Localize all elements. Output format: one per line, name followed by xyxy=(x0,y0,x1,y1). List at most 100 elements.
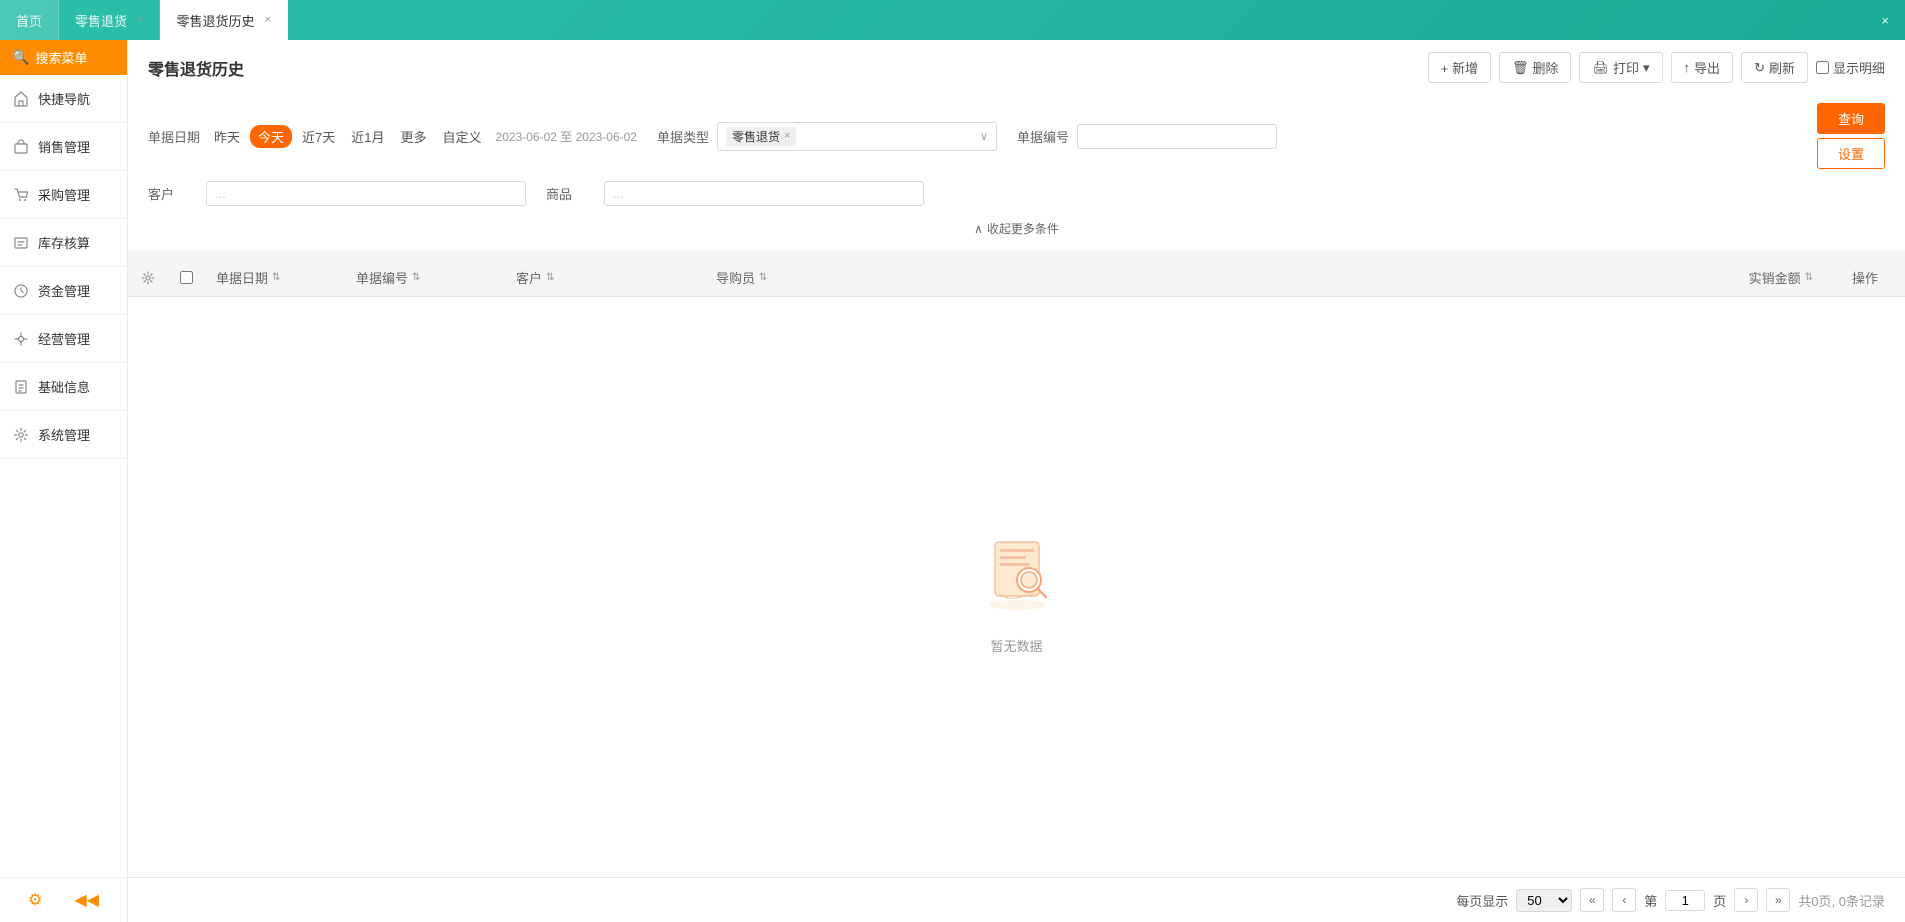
query-button[interactable]: 查询 xyxy=(1817,103,1885,134)
no-filter-input[interactable] xyxy=(1077,124,1277,149)
sidebar-item-finance[interactable]: 资金管理 xyxy=(0,267,127,315)
purchase-icon xyxy=(12,186,30,204)
sidebar-item-operation[interactable]: 经营管理 xyxy=(0,315,127,363)
tab-home[interactable]: 首页 xyxy=(0,0,59,40)
type-filter-item: 单据类型 零售退货 × ∨ xyxy=(657,122,997,151)
sidebar-item-sales[interactable]: 销售管理 xyxy=(0,123,127,171)
system-icon xyxy=(12,426,30,444)
no-filter-item: 单据编号 xyxy=(1017,124,1277,149)
date-opt-more[interactable]: 更多 xyxy=(395,125,433,148)
refresh-button[interactable]: ↻ 刷新 xyxy=(1741,52,1808,83)
new-button[interactable]: + 新增 xyxy=(1428,52,1491,83)
table-container: 单据日期 ⇅ 单据编号 ⇅ 客户 ⇅ 导购员 ⇅ 实销金额 ⇅ xyxy=(128,259,1905,922)
collapse-up-icon: ∧ xyxy=(974,222,983,236)
customer-filter-input[interactable]: ... xyxy=(206,181,526,206)
filter-row-1: 单据日期 昨天 今天 近7天 近1月 更多 自定义 2023-06-02 至 2… xyxy=(148,95,1885,177)
print-button[interactable]: 🖨 打印 ▾ xyxy=(1579,52,1662,83)
delete-button[interactable]: 🗑 删除 xyxy=(1499,52,1572,83)
page-size-label: 每页显示 xyxy=(1456,891,1508,910)
show-detail-toggle[interactable]: 显示明细 xyxy=(1816,58,1885,77)
empty-text: 暂无数据 xyxy=(990,636,1042,655)
date-opt-today[interactable]: 今天 xyxy=(250,125,292,148)
collapse-bar[interactable]: ∧ 收起更多条件 xyxy=(148,214,1885,243)
page-first-button[interactable]: « xyxy=(1580,888,1604,912)
select-all-checkbox[interactable] xyxy=(180,271,193,284)
page-number-input[interactable] xyxy=(1665,890,1705,911)
sidebar-search-label: 搜索菜单 xyxy=(35,48,87,67)
filter-settings-button[interactable]: 设置 xyxy=(1817,138,1885,169)
pagination: 每页显示 50 10 20 100 « ‹ 第 页 › » 共0页, 0条记录 xyxy=(128,877,1905,922)
th-customer[interactable]: 客户 ⇅ xyxy=(504,268,704,287)
top-nav: 首页 零售退货 × 零售退货历史 × × xyxy=(0,0,1905,40)
th-no[interactable]: 单据编号 ⇅ xyxy=(344,268,504,287)
customer-filter-label: 客户 xyxy=(148,184,198,203)
tab-retail-return-history[interactable]: 零售退货历史 × xyxy=(160,0,287,40)
sidebar-item-quick-nav-label: 快捷导航 xyxy=(38,89,90,108)
audio-bottom-icon[interactable]: ◀◀ xyxy=(74,890,99,910)
goods-filter-item: 商品 ... xyxy=(546,181,924,206)
sidebar-item-system[interactable]: 系统管理 xyxy=(0,411,127,459)
top-nav-close[interactable]: × xyxy=(1865,13,1905,28)
th-op: 操作 xyxy=(1825,268,1905,287)
date-opt-last7[interactable]: 近7天 xyxy=(296,125,341,148)
tab-retail-return-history-label: 零售退货历史 xyxy=(176,11,254,30)
date-filter-label: 单据日期 xyxy=(148,127,200,146)
sidebar-item-basic-info-label: 基础信息 xyxy=(38,377,90,396)
date-opt-custom[interactable]: 自定义 xyxy=(437,125,488,148)
th-guide[interactable]: 导购员 ⇅ xyxy=(704,268,1705,287)
page-total: 共0页, 0条记录 xyxy=(1798,891,1885,910)
type-filter-tag-value: 零售退货 xyxy=(732,128,780,145)
th-op-label: 操作 xyxy=(1852,268,1878,287)
th-customer-sort: ⇅ xyxy=(546,272,554,283)
show-detail-checkbox[interactable] xyxy=(1816,61,1829,74)
th-gear[interactable] xyxy=(128,271,168,285)
page-last-button[interactable]: » xyxy=(1766,888,1790,912)
th-guide-label: 导购员 xyxy=(716,268,755,287)
type-filter-arrow: ∨ xyxy=(980,130,988,143)
sales-icon xyxy=(12,138,30,156)
sidebar-item-system-label: 系统管理 xyxy=(38,425,90,444)
page-next-button[interactable]: › xyxy=(1734,888,1758,912)
empty-state: 暂无数据 xyxy=(128,297,1905,877)
operation-icon xyxy=(12,330,30,348)
type-filter-tag-close[interactable]: × xyxy=(784,130,790,142)
date-opt-yesterday[interactable]: 昨天 xyxy=(208,125,246,148)
sidebar: 🔍 搜索菜单 快捷导航 销售管理 采购管理 库存核算 xyxy=(0,40,128,922)
sidebar-item-sales-label: 销售管理 xyxy=(38,137,90,156)
type-filter-label: 单据类型 xyxy=(657,127,709,146)
date-opt-last1m[interactable]: 近1月 xyxy=(345,125,390,148)
export-button-label: 导出 xyxy=(1694,58,1720,77)
customer-placeholder-text: ... xyxy=(215,186,226,201)
page-header-top: 零售退货历史 + 新增 🗑 删除 🖨 打印 ▾ ↑ xyxy=(148,52,1885,83)
type-filter-select[interactable]: 零售退货 × ∨ xyxy=(717,122,997,151)
tab-retail-return-history-close[interactable]: × xyxy=(264,14,270,26)
sidebar-item-purchase[interactable]: 采购管理 xyxy=(0,171,127,219)
goods-filter-input[interactable]: ... xyxy=(604,181,924,206)
th-check[interactable] xyxy=(168,271,204,284)
collapse-bar-label: 收起更多条件 xyxy=(987,220,1059,237)
th-customer-label: 客户 xyxy=(516,268,542,287)
goods-placeholder-text: ... xyxy=(613,186,624,201)
page-title: 零售退货历史 xyxy=(148,56,244,80)
refresh-icon: ↻ xyxy=(1754,60,1765,76)
tab-retail-return[interactable]: 零售退货 × xyxy=(59,0,160,40)
delete-button-label: 删除 xyxy=(1532,58,1558,77)
th-date-sort: ⇅ xyxy=(272,272,280,283)
tab-retail-return-close[interactable]: × xyxy=(137,14,143,26)
print-icon: 🖨 xyxy=(1592,60,1609,76)
table-header: 单据日期 ⇅ 单据编号 ⇅ 客户 ⇅ 导购员 ⇅ 实销金额 ⇅ xyxy=(128,259,1905,297)
date-options: 昨天 今天 近7天 近1月 更多 自定义 2023-06-02 至 2023-0… xyxy=(208,125,637,148)
th-amount-label: 实销金额 xyxy=(1749,268,1801,287)
print-button-label: 打印 xyxy=(1613,58,1639,77)
th-date[interactable]: 单据日期 ⇅ xyxy=(204,268,344,287)
sidebar-item-quick-nav[interactable]: 快捷导航 xyxy=(0,75,127,123)
sidebar-search[interactable]: 🔍 搜索菜单 xyxy=(0,40,127,75)
export-button[interactable]: ↑ 导出 xyxy=(1671,52,1734,83)
print-arrow-icon: ▾ xyxy=(1643,60,1650,76)
th-amount[interactable]: 实销金额 ⇅ xyxy=(1705,268,1825,287)
sidebar-item-basic-info[interactable]: 基础信息 xyxy=(0,363,127,411)
page-prev-button[interactable]: ‹ xyxy=(1612,888,1636,912)
page-size-select[interactable]: 50 10 20 100 xyxy=(1516,889,1572,912)
sidebar-item-inventory[interactable]: 库存核算 xyxy=(0,219,127,267)
settings-bottom-icon[interactable]: ⚙ xyxy=(28,890,42,910)
